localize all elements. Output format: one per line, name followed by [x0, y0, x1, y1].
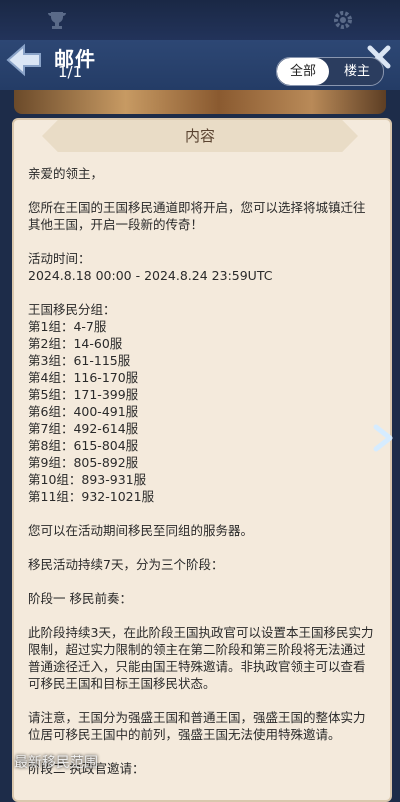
watermark-text: 最新移民范围 [14, 755, 98, 771]
tab-all[interactable]: 全部 [277, 58, 329, 85]
mail-banner-image [14, 90, 386, 114]
mail-line: 第1组：4-7服 [28, 319, 107, 334]
mail-line: 此阶段持续3天，在此阶段王国执政官可以设置本王国移民实力限制，超过实力限制的领主… [28, 625, 374, 691]
tab-owner[interactable]: 楼主 [331, 58, 383, 85]
mail-line: 第11组：932-1021服 [28, 489, 155, 504]
mail-line: 第5组：171-399服 [28, 387, 139, 402]
chevron-right-icon[interactable] [372, 424, 394, 452]
mail-line: 请注意，王国分为强盛王国和普通王国，强盛王国的整体实力位居可移民王国中的前列，强… [28, 710, 366, 742]
mail-line: 第3组：61-115服 [28, 353, 131, 368]
mail-line: 您所在王国的王国移民通道即将开启，您可以选择将城镇迁往其他王国，开启一段新的传奇… [28, 200, 366, 232]
mail-line: 活动时间： [28, 251, 91, 266]
mail-line: 第10组：893-931服 [28, 472, 147, 487]
section-title: 内容 [42, 120, 358, 152]
mail-line: 阶段一 移民前奏： [28, 591, 132, 606]
mail-line: 第8组：615-804服 [28, 438, 139, 453]
filter-tabs: 全部 楼主 [276, 57, 384, 86]
mail-line: 移民活动持续7天，分为三个阶段： [28, 557, 224, 572]
mail-line: 亲爱的领主， [28, 166, 104, 181]
trophy-icon[interactable] [46, 10, 68, 30]
mail-line: 王国移民分组： [28, 302, 116, 317]
mail-line: 第2组：14-60服 [28, 336, 123, 351]
mail-line: 第6组：400-491服 [28, 404, 139, 419]
mail-body: 亲爱的领主， 您所在王国的王国移民通道即将开启，您可以选择将城镇迁往其他王国，开启… [28, 165, 374, 777]
back-arrow-icon[interactable] [6, 42, 44, 78]
mail-line: 第7组：492-614服 [28, 421, 139, 436]
mail-line: 您可以在活动期间移民至同组的服务器。 [28, 523, 254, 538]
gear-icon[interactable] [333, 10, 353, 30]
mail-line: 第9组：805-892服 [28, 455, 139, 470]
mail-line: 2024.8.18 00:00 - 2024.8.24 23:59UTC [28, 268, 273, 283]
mail-line: 第4组：116-170服 [28, 370, 139, 385]
page-counter: 1/1 [58, 63, 83, 81]
